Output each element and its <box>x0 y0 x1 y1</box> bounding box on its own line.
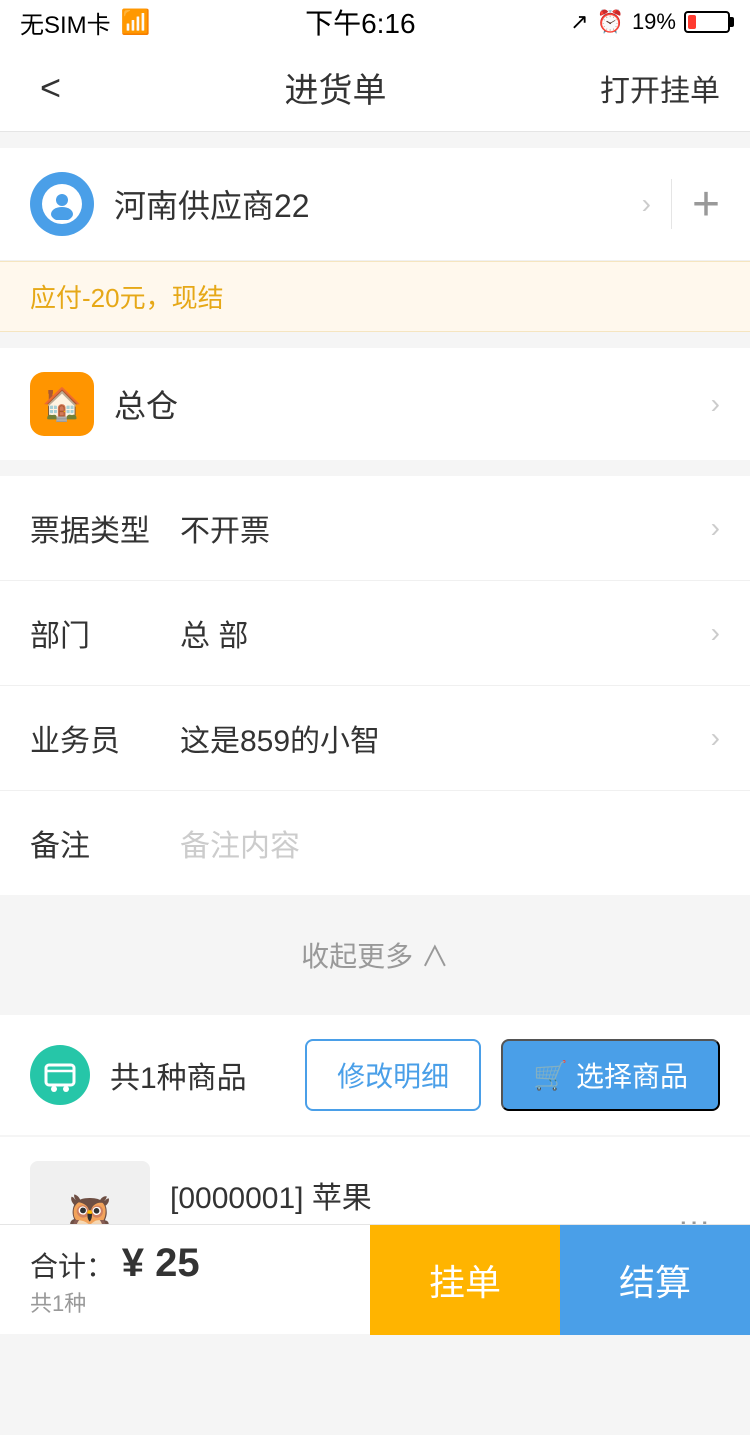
select-icon: 🛒 <box>533 1059 568 1092</box>
location-icon: ↗ <box>570 9 588 35</box>
supplier-name: 河南供应商22 <box>114 181 632 227</box>
dept-value: 总 部 <box>170 611 701 655</box>
wifi-icon: 📶 <box>121 8 151 37</box>
remark-input[interactable]: 备注内容 <box>170 821 720 865</box>
select-label: 选择商品 <box>576 1055 688 1095</box>
product-title: 苹果 <box>312 1182 372 1215</box>
cart-icon <box>42 1057 78 1093</box>
alarm-icon: ⏰ <box>597 9 624 35</box>
status-left: 无SIM卡 📶 <box>20 5 151 40</box>
status-bar: 无SIM卡 📶 下午6:16 ↗ ⏰ 19% <box>0 0 750 44</box>
product-header: 共1种商品 修改明细 🛒 选择商品 <box>0 1015 750 1135</box>
product-code: [0000001] <box>170 1182 303 1215</box>
warehouse-name: 总仓 <box>114 381 701 427</box>
back-button[interactable]: < <box>30 57 71 119</box>
total-amount: ¥ 25 <box>122 1241 200 1285</box>
warehouse-icon: 🏠 <box>30 372 94 436</box>
dept-row[interactable]: 部门 总 部 › <box>0 581 750 686</box>
warehouse-section[interactable]: 🏠 总仓 › <box>0 348 750 460</box>
time-display: 下午6:16 <box>305 2 416 42</box>
total-line: 合计： ¥ 25 <box>30 1241 340 1286</box>
user-icon <box>46 188 78 220</box>
total-count: 共1种 <box>30 1286 340 1318</box>
warehouse-row[interactable]: 🏠 总仓 › <box>0 348 750 460</box>
invoice-value: 不开票 <box>170 506 701 550</box>
remark-label: 备注 <box>30 821 170 865</box>
sales-chevron-icon: › <box>711 722 720 754</box>
supplier-row[interactable]: 河南供应商22 › + <box>0 148 750 261</box>
select-product-button[interactable]: 🛒 选择商品 <box>501 1039 720 1111</box>
remark-row[interactable]: 备注 备注内容 <box>0 791 750 895</box>
nav-bar: < 进货单 打开挂单 <box>0 44 750 132</box>
form-section: 票据类型 不开票 › 部门 总 部 › 业务员 这是859的小智 › 备注 备注… <box>0 476 750 895</box>
warehouse-chevron-icon: › <box>711 388 720 420</box>
dept-label: 部门 <box>30 611 170 655</box>
checkout-button[interactable]: 结算 <box>560 1225 750 1335</box>
avatar-inner <box>42 184 82 224</box>
supplier-section: 河南供应商22 › + 应付-20元，现结 <box>0 148 750 332</box>
invoice-chevron-icon: › <box>711 512 720 544</box>
add-supplier-button[interactable]: + <box>692 177 720 232</box>
total-label: 合计： <box>30 1251 114 1282</box>
sales-row[interactable]: 业务员 这是859的小智 › <box>0 686 750 791</box>
battery-percent: 19% <box>632 9 676 35</box>
bottom-bar: 合计： ¥ 25 共1种 挂单 结算 <box>0 1224 750 1334</box>
divider <box>671 179 672 229</box>
total-area: 合计： ¥ 25 共1种 <box>0 1241 370 1318</box>
edit-detail-button[interactable]: 修改明细 <box>305 1039 481 1111</box>
invoice-label: 票据类型 <box>30 506 170 550</box>
battery-fill <box>688 15 696 29</box>
sales-label: 业务员 <box>30 716 170 760</box>
invoice-row[interactable]: 票据类型 不开票 › <box>0 476 750 581</box>
battery-icon <box>684 11 730 33</box>
dept-chevron-icon: › <box>711 617 720 649</box>
suspend-button[interactable]: 挂单 <box>370 1225 560 1335</box>
alert-banner: 应付-20元，现结 <box>0 261 750 332</box>
carrier-text: 无SIM卡 <box>20 5 111 40</box>
supplier-chevron-icon: › <box>642 188 651 220</box>
supplier-avatar <box>30 172 94 236</box>
product-count: 共1种商品 <box>110 1053 285 1097</box>
open-pending-button[interactable]: 打开挂单 <box>600 66 720 110</box>
product-name: [0000001] 苹果 <box>170 1173 648 1217</box>
sales-value: 这是859的小智 <box>170 716 701 760</box>
page-title: 进货单 <box>285 63 387 112</box>
collapse-button[interactable]: 收起更多 ∧ <box>0 911 750 999</box>
status-right: ↗ ⏰ 19% <box>570 9 730 35</box>
product-icon <box>30 1045 90 1105</box>
